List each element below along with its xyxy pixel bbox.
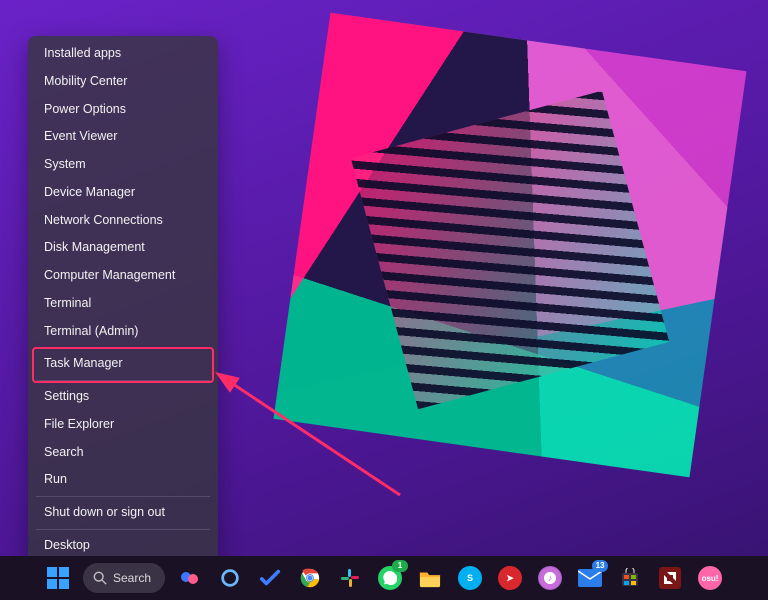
menu-item[interactable]: Network Connections <box>30 207 216 235</box>
menu-item[interactable]: File Explorer <box>30 411 216 439</box>
menu-item[interactable]: Device Manager <box>30 179 216 207</box>
menu-item[interactable]: Power Options <box>30 96 216 124</box>
menu-item[interactable]: Terminal <box>30 290 216 318</box>
menu-item[interactable]: Computer Management <box>30 262 216 290</box>
taskbar-search[interactable]: Search <box>83 563 165 593</box>
menu-item[interactable]: Disk Management <box>30 234 216 262</box>
taskbar-app-chrome[interactable] <box>295 563 325 593</box>
menu-item[interactable]: Terminal (Admin) <box>30 318 216 346</box>
menu-item[interactable]: Run <box>30 466 216 494</box>
menu-item[interactable]: System <box>30 151 216 179</box>
taskbar-app-skype[interactable]: S <box>455 563 485 593</box>
taskbar-app-amd[interactable] <box>655 563 685 593</box>
gear-icon <box>219 567 241 589</box>
menu-item[interactable]: Installed apps <box>30 40 216 68</box>
taskbar-search-label: Search <box>113 571 151 585</box>
taskbar-app-itunes[interactable]: ♪ <box>535 563 565 593</box>
whatsapp-badge: 1 <box>392 560 408 572</box>
taskbar-app-slack[interactable] <box>335 563 365 593</box>
taskbar-app-mega[interactable]: ➤ <box>495 563 525 593</box>
taskbar-app-whatsapp[interactable]: 1 <box>375 563 405 593</box>
check-icon <box>259 567 281 589</box>
menu-separator <box>36 529 210 530</box>
taskbar-app-osu[interactable]: osu! <box>695 563 725 593</box>
menu-separator <box>36 496 210 497</box>
winx-context-menu: Installed appsMobility CenterPower Optio… <box>28 36 218 564</box>
menu-item[interactable]: Search <box>30 439 216 467</box>
taskbar-app-taskview[interactable] <box>175 563 205 593</box>
menu-item[interactable]: Settings <box>30 383 216 411</box>
menu-item[interactable]: Shut down or sign out <box>30 499 216 527</box>
taskbar-app-explorer[interactable] <box>415 563 445 593</box>
taskbar-app-store[interactable] <box>615 563 645 593</box>
menu-separator <box>36 380 210 381</box>
menu-item[interactable]: Event Viewer <box>30 123 216 151</box>
taskbar-app-mail[interactable]: 13 <box>575 563 605 593</box>
folder-icon <box>419 568 441 588</box>
search-icon <box>93 571 107 585</box>
menu-separator <box>36 347 210 348</box>
menu-item[interactable]: Task Manager <box>30 350 216 378</box>
taskbar: Search 1 S ➤ ♪ 13 <box>0 556 768 600</box>
taskbar-app-settings[interactable] <box>215 563 245 593</box>
menu-item[interactable]: Mobility Center <box>30 68 216 96</box>
taskbar-app-todo[interactable] <box>255 563 285 593</box>
mail-badge: 13 <box>592 560 608 572</box>
start-button[interactable] <box>43 563 73 593</box>
